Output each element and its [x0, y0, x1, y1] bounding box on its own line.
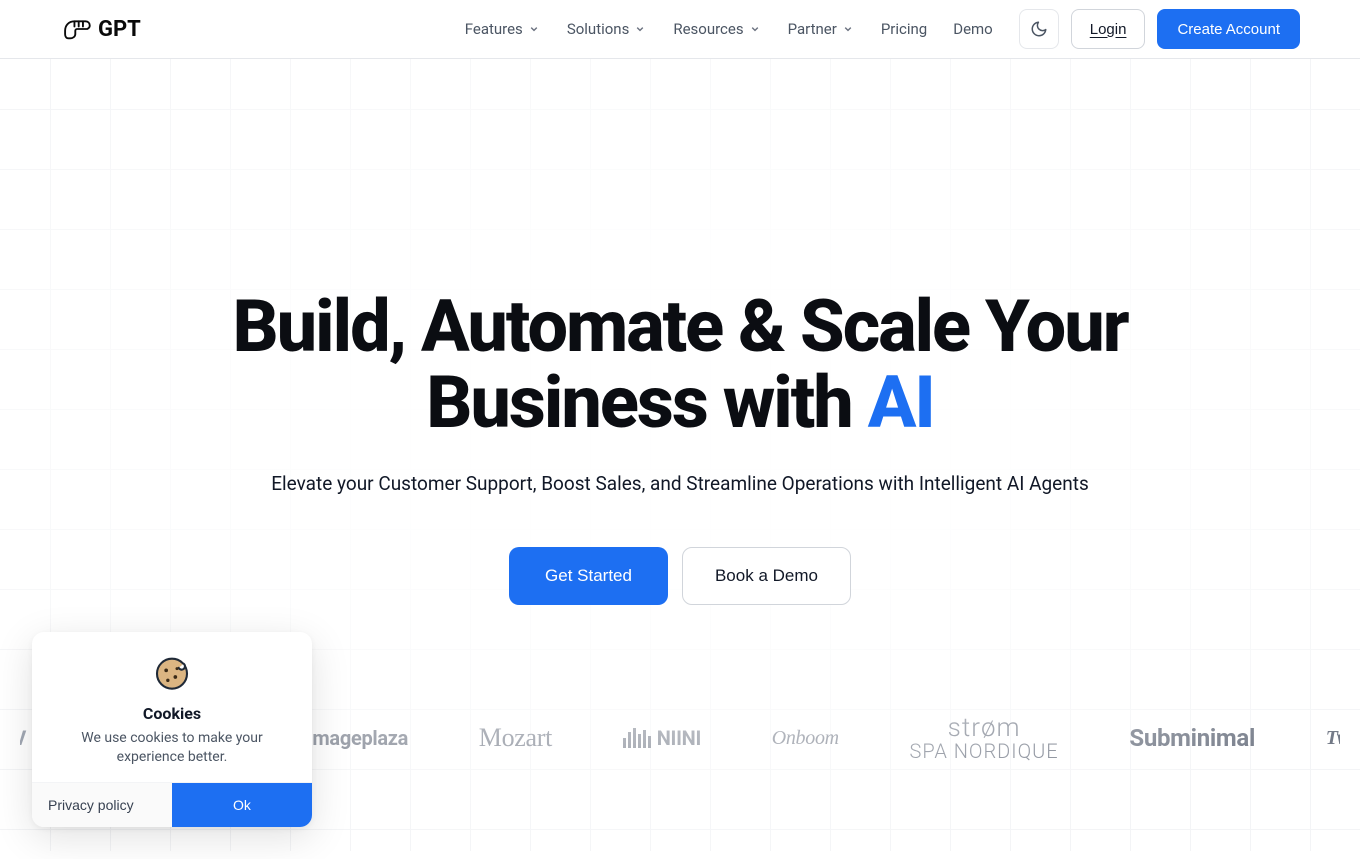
hero-title: Build, Automate & Scale Your Business wi…	[130, 289, 1230, 440]
chevron-down-icon	[748, 22, 762, 36]
theme-toggle-button[interactable]	[1019, 9, 1059, 49]
customer-logo: Tw	[1326, 727, 1340, 750]
nav-label: Resources	[673, 20, 743, 38]
nav-label: Features	[465, 20, 523, 38]
privacy-policy-link[interactable]: Privacy policy	[32, 783, 172, 827]
login-button[interactable]: Login	[1071, 9, 1146, 49]
customer-logo: strøm SPA NORDIQUE	[910, 715, 1059, 761]
customer-logo: Subminimal	[1129, 724, 1255, 752]
nav-label: Demo	[953, 20, 993, 38]
chevron-down-icon	[527, 22, 541, 36]
hero-title-text: Build, Automate & Scale Your Business wi…	[232, 284, 1127, 445]
nav-label: Solutions	[567, 20, 630, 38]
customer-logo: Onboom	[772, 727, 839, 750]
hero-cta-group: Get Started Book a Demo	[130, 547, 1230, 605]
nav-pricing[interactable]: Pricing	[881, 20, 927, 38]
cookie-title: Cookies	[50, 704, 294, 723]
customer-logo: Mozart	[479, 723, 552, 753]
moon-icon	[1030, 20, 1048, 38]
header: GPT Features Solutions Resources Partner…	[0, 0, 1360, 59]
hero-subtitle: Elevate your Customer Support, Boost Sal…	[130, 472, 1230, 495]
bars-icon	[623, 728, 651, 748]
hero-title-accent: AI	[868, 360, 934, 445]
nav-solutions[interactable]: Solutions	[567, 20, 648, 38]
nav-partner[interactable]: Partner	[788, 20, 855, 38]
book-demo-button[interactable]: Book a Demo	[682, 547, 851, 605]
nav-label: Partner	[788, 20, 837, 38]
main-nav: Features Solutions Resources Partner Pri…	[465, 9, 1300, 49]
chevron-down-icon	[633, 22, 647, 36]
brand-name: GPT	[98, 17, 141, 42]
cookie-content: Cookies We use cookies to make your expe…	[32, 632, 312, 782]
chevron-down-icon	[841, 22, 855, 36]
cookie-text: We use cookies to make your experience b…	[50, 729, 294, 768]
cookie-banner: Cookies We use cookies to make your expe…	[32, 632, 312, 827]
header-actions: Login Create Account	[1019, 9, 1300, 49]
hero-content: Build, Automate & Scale Your Business wi…	[130, 119, 1230, 605]
customer-logo: OV	[20, 726, 26, 750]
nav-demo[interactable]: Demo	[953, 20, 993, 38]
customer-logo: NIINI	[623, 726, 701, 750]
cookie-accept-button[interactable]: Ok	[172, 783, 312, 827]
fist-icon	[60, 15, 94, 43]
get-started-button[interactable]: Get Started	[509, 547, 668, 605]
create-account-button[interactable]: Create Account	[1157, 9, 1300, 49]
nav-label: Pricing	[881, 20, 927, 38]
brand-logo[interactable]: GPT	[60, 15, 141, 43]
cookie-icon	[152, 652, 192, 692]
nav-resources[interactable]: Resources	[673, 20, 761, 38]
nav-features[interactable]: Features	[465, 20, 541, 38]
cookie-actions: Privacy policy Ok	[32, 782, 312, 827]
